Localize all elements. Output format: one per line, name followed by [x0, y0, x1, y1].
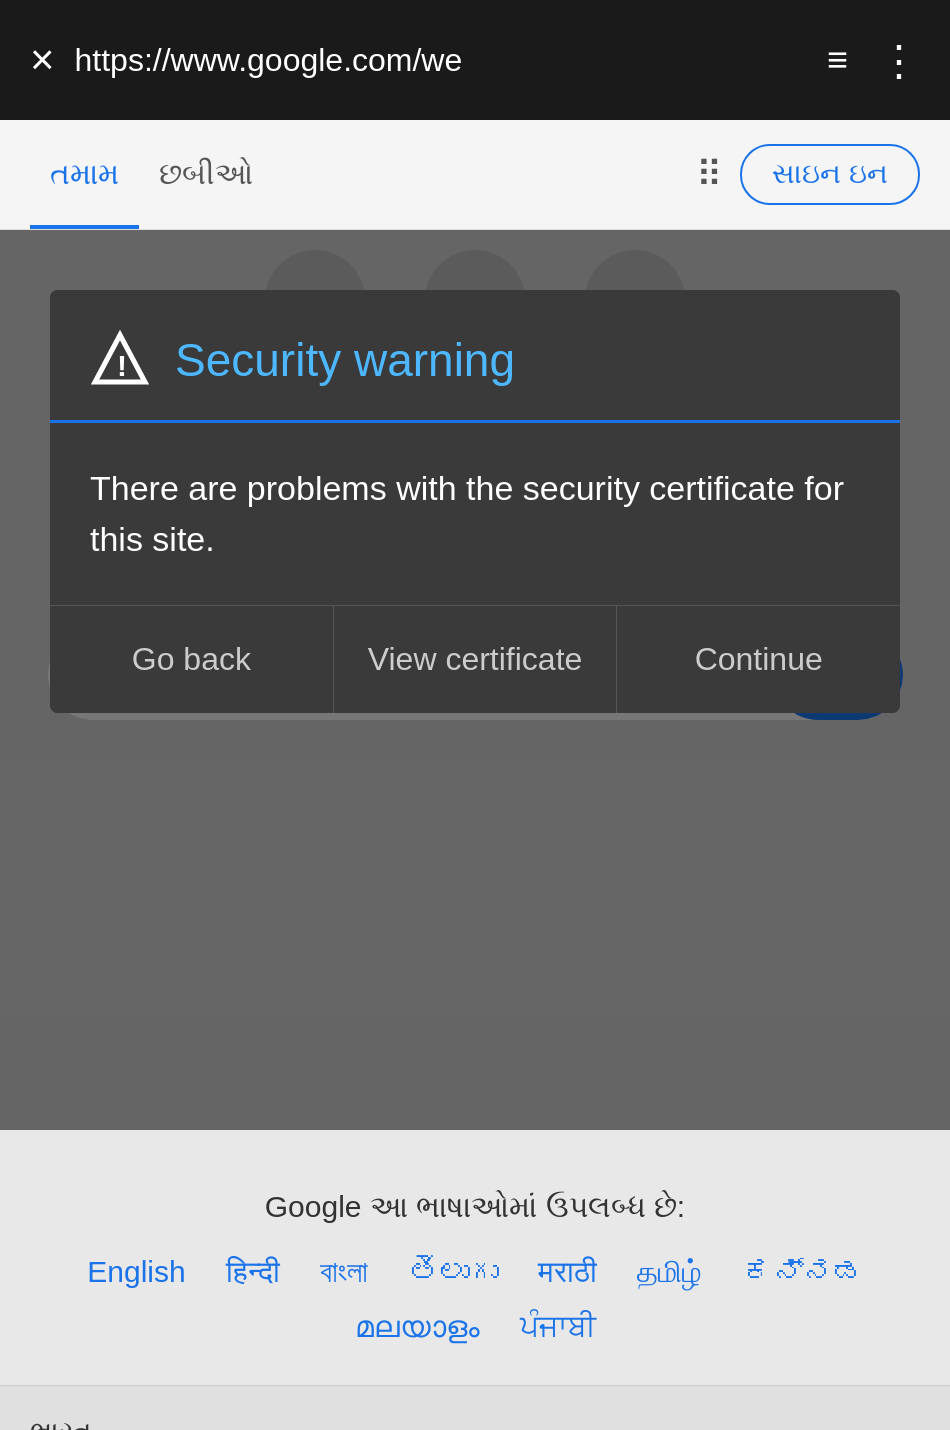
view-certificate-button[interactable]: View certificate: [334, 606, 618, 713]
more-menu-icon[interactable]: ⋮: [878, 36, 920, 85]
dialog-body: There are problems with the security cer…: [50, 423, 900, 606]
language-link-7[interactable]: മലയാളം: [355, 1310, 480, 1345]
signin-button[interactable]: સાઇન ઇન: [740, 144, 920, 205]
language-links: English हिन्दी বাংলা తెలుగు मराठी தமிழ் ಕನ್ನಡ മ…: [30, 1255, 920, 1345]
language-link-3[interactable]: తెలుగు: [408, 1255, 498, 1290]
grid-icon[interactable]: ⠿: [696, 154, 720, 196]
tab-images[interactable]: છબીઓ: [139, 120, 273, 229]
tab-all[interactable]: તમામ: [30, 120, 139, 229]
language-label: Google આ ભાષાઓમાં ઉપલબ્ધ છે:: [265, 1190, 685, 1225]
svg-text:!: !: [117, 349, 127, 382]
menu-icon[interactable]: ≡: [827, 39, 848, 81]
language-link-0[interactable]: English: [87, 1255, 185, 1290]
language-link-1[interactable]: हिन्दी: [226, 1255, 280, 1290]
footer-region: ભારત: [0, 1385, 950, 1430]
dialog-message: There are problems with the security cer…: [90, 463, 860, 565]
close-icon[interactable]: ×: [30, 39, 55, 81]
bottom-content: Google આ ભાષાઓમાં ઉપલબ્ધ છે: English हिन्…: [0, 1130, 950, 1385]
language-link-2[interactable]: বাংলা: [320, 1255, 368, 1290]
language-link-6[interactable]: ಕನ್ನಡ: [742, 1255, 863, 1290]
dialog-title: Security warning: [175, 333, 515, 387]
dialog-header: ! Security warning: [50, 290, 900, 423]
dialog-actions: Go back View certificate Continue: [50, 606, 900, 713]
go-back-button[interactable]: Go back: [50, 606, 334, 713]
browser-bar: × ≡ ⋮: [0, 0, 950, 120]
continue-button[interactable]: Continue: [617, 606, 900, 713]
security-dialog: ! Security warning There are problems wi…: [50, 290, 900, 713]
language-link-5[interactable]: தமிழ்: [637, 1255, 702, 1290]
region-text: ભારત: [30, 1416, 92, 1430]
language-link-4[interactable]: मराठी: [538, 1255, 597, 1290]
main-content: ! Security warning There are problems wi…: [0, 230, 950, 1130]
nav-tabs: તમામ છબીઓ ⠿ સાઇન ઇન: [0, 120, 950, 230]
url-bar[interactable]: [75, 42, 787, 79]
warning-triangle-icon: !: [90, 330, 150, 390]
language-link-8[interactable]: ਪੰਜਾਬੀ: [520, 1310, 596, 1345]
